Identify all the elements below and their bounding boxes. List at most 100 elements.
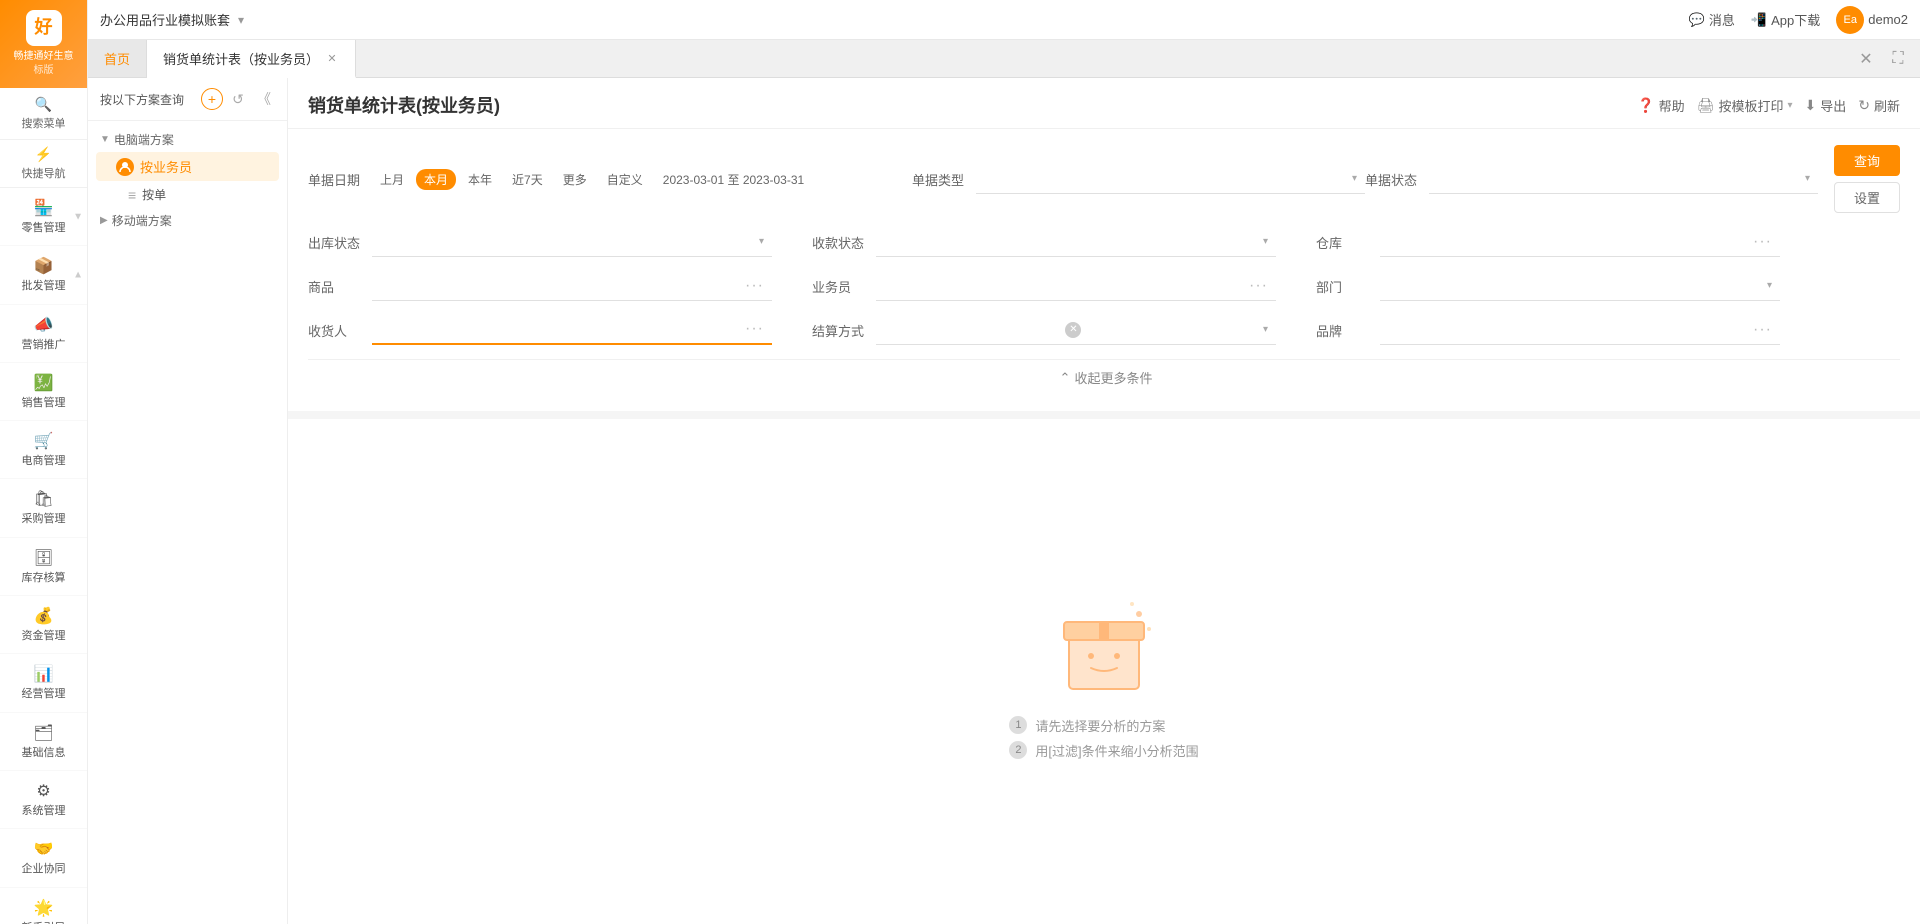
top-bar-dropdown-icon[interactable]: ▾: [238, 13, 244, 27]
mobile-scheme-group-title[interactable]: ▶ 移动端方案: [96, 208, 279, 233]
print-btn[interactable]: 🖨 按模板打印 ▾: [1697, 96, 1793, 115]
sidebar-item-finance[interactable]: 💰 资金管理: [0, 596, 87, 654]
staff-control[interactable]: ···: [876, 271, 1276, 301]
consignee-control[interactable]: ···: [372, 315, 772, 345]
sidebar-item-purchase-label: 采购管理: [22, 512, 66, 526]
marketing-icon: 📣: [34, 315, 54, 335]
date-filter-last-7days[interactable]: 近7天: [504, 169, 551, 190]
tab-close-btn[interactable]: ✕: [1854, 47, 1878, 71]
empty-hint-2: 2 用[过滤]条件来缩小分析范围: [1009, 741, 1198, 760]
app-download-btn[interactable]: 📲 App下载: [1751, 10, 1820, 29]
collapse-arrow-icon: ⌃: [1060, 370, 1071, 386]
top-bar-title: 办公用品行业模拟账套: [100, 10, 230, 29]
sidebar-item-marketing[interactable]: 📣 营销推广: [0, 305, 87, 363]
sidebar-item-enterprise[interactable]: 🤝 企业协同: [0, 829, 87, 887]
goods-control[interactable]: ···: [372, 271, 772, 301]
query-button[interactable]: 查询: [1834, 145, 1900, 176]
settings-button[interactable]: 设置: [1834, 182, 1900, 213]
right-panel: 销货单统计表(按业务员) ❓ 帮助 🖨 按模板打印 ▾ ⬇ 导出: [288, 78, 1920, 924]
sidebar-item-inventory[interactable]: 🗄 库存核算: [0, 538, 87, 596]
help-btn[interactable]: ❓ 帮助: [1637, 96, 1684, 115]
sidebar-item-retail[interactable]: 🏪 零售管理 ▼: [0, 188, 87, 246]
user-area[interactable]: Ea demo2: [1836, 6, 1908, 34]
date-filter-this-month[interactable]: 本月: [416, 169, 456, 190]
sidebar-item-sales-label: 销售管理: [22, 396, 66, 410]
consignee-field: 收货人 ···: [308, 315, 772, 345]
top-bar-right: 💬 消息 📲 App下载 Ea demo2: [1689, 6, 1908, 34]
order-type-label: 单据类型: [912, 170, 968, 189]
settlement-clear-btn[interactable]: ✕: [1065, 322, 1081, 338]
scheme-item-by-staff[interactable]: 按业务员: [96, 152, 279, 181]
hint-num-2: 2: [1009, 741, 1027, 759]
date-filter-this-year[interactable]: 本年: [460, 169, 500, 190]
print-icon: 🖨: [1697, 97, 1715, 114]
refresh-btn[interactable]: ↻ 刷新: [1858, 96, 1900, 115]
tab-close-icon[interactable]: ✕: [325, 51, 339, 65]
tab-sales-stats-label: 销货单统计表（按业务员）: [163, 49, 319, 68]
consignee-label: 收货人: [308, 321, 364, 340]
content: 按以下方案查询 + ↺ 《 ▼ 电脑端方案 按业务员: [88, 78, 1920, 924]
mobile-group-arrow-icon: ▶: [100, 215, 108, 226]
receipt-status-label: 收款状态: [812, 233, 868, 252]
brand-label: 品牌: [1316, 321, 1372, 340]
left-panel-header-title: 按以下方案查询: [100, 91, 184, 108]
sidebar-item-system[interactable]: ⚙ 系统管理: [0, 771, 87, 829]
date-filter-more[interactable]: 更多: [555, 169, 595, 190]
sidebar-item-basic[interactable]: 🗂 基础信息: [0, 713, 87, 771]
export-btn[interactable]: ⬇ 导出: [1805, 96, 1847, 115]
inventory-icon: 🗄: [34, 548, 54, 568]
app-download-label: App下载: [1771, 10, 1820, 29]
sidebar-search[interactable]: 🔍 搜索菜单: [0, 88, 87, 140]
settlement-control[interactable]: ✕ ▾: [876, 315, 1276, 345]
refresh-scheme-btn[interactable]: ↺: [227, 88, 249, 110]
date-filters: 上月 本月 本年 近7天 更多 自定义 2023-03-01 至 2023-03…: [372, 169, 804, 190]
retail-arrow-icon: ▼: [73, 211, 83, 222]
brand-control[interactable]: ···: [1380, 315, 1780, 345]
export-label: 导出: [1820, 96, 1846, 115]
order-type-control[interactable]: ▾: [976, 164, 1365, 194]
date-filter-last-month[interactable]: 上月: [372, 169, 412, 190]
print-dropdown-icon[interactable]: ▾: [1787, 100, 1792, 111]
page-header: 销货单统计表(按业务员) ❓ 帮助 🖨 按模板打印 ▾ ⬇ 导出: [288, 78, 1920, 129]
empty-state-illustration: [1044, 584, 1164, 704]
order-status-control[interactable]: ▾: [1429, 164, 1818, 194]
sidebar-item-ecommerce[interactable]: 🛒 电商管理: [0, 421, 87, 479]
messages-btn[interactable]: 💬 消息: [1689, 10, 1735, 29]
collapse-row[interactable]: ⌃ 收起更多条件: [308, 359, 1900, 395]
receipt-status-control[interactable]: ▾: [876, 227, 1276, 257]
tab-fullscreen-btn[interactable]: ⛶: [1886, 47, 1910, 71]
department-control[interactable]: ▾: [1380, 271, 1780, 301]
settlement-label: 结算方式: [812, 321, 868, 340]
tab-sales-stats[interactable]: 销货单统计表（按业务员） ✕: [147, 40, 356, 78]
form-row-3: 商品 ··· 业务员 ···: [308, 271, 1900, 301]
sidebar-item-operation[interactable]: 📊 经营管理: [0, 654, 87, 712]
form-row-4: 收货人 ··· 结算方式 ✕ ▾: [308, 315, 1900, 345]
tab-actions: ✕ ⛶: [1844, 40, 1920, 77]
add-scheme-btn[interactable]: +: [201, 88, 223, 110]
staff-field: 业务员 ···: [812, 271, 1276, 301]
collapse-label: 收起更多条件: [1074, 368, 1152, 387]
sidebar-item-sales[interactable]: 💹 销售管理: [0, 363, 87, 421]
collapse-panel-btn[interactable]: 《: [253, 88, 275, 110]
order-type-arrow-icon: ▾: [1352, 173, 1357, 184]
ship-status-field: 出库状态 ▾: [308, 227, 772, 257]
scheme-sub-item-label: 按单: [142, 186, 166, 203]
finance-icon: 💰: [34, 606, 54, 626]
ship-status-control[interactable]: ▾: [372, 227, 772, 257]
sidebar-item-wholesale[interactable]: 📦 批发管理 ▲: [0, 246, 87, 304]
scheme-sub-item-by-order[interactable]: ≡ 按单: [96, 181, 279, 208]
page-actions: ❓ 帮助 🖨 按模板打印 ▾ ⬇ 导出 ↻ 刷新: [1637, 96, 1900, 115]
warehouse-control[interactable]: ···: [1380, 227, 1780, 257]
goods-dots: ···: [745, 277, 764, 295]
wholesale-arrow-icon: ▲: [73, 269, 83, 280]
sidebar-item-guide[interactable]: 🌟 新手引导: [0, 888, 87, 924]
sidebar-quick-nav[interactable]: ⚡ 快捷导航: [0, 140, 87, 188]
sidebar-item-basic-label: 基础信息: [22, 746, 66, 760]
sidebar-item-purchase[interactable]: 🛍 采购管理: [0, 479, 87, 537]
date-filter-custom[interactable]: 自定义: [599, 169, 651, 190]
purchase-icon: 🛍: [34, 489, 54, 509]
date-range-display: 2023-03-01 至 2023-03-31: [663, 171, 804, 188]
desktop-scheme-group-title[interactable]: ▼ 电脑端方案: [96, 127, 279, 152]
desktop-scheme-label: 电脑端方案: [114, 131, 174, 148]
tab-home[interactable]: 首页: [88, 40, 147, 77]
